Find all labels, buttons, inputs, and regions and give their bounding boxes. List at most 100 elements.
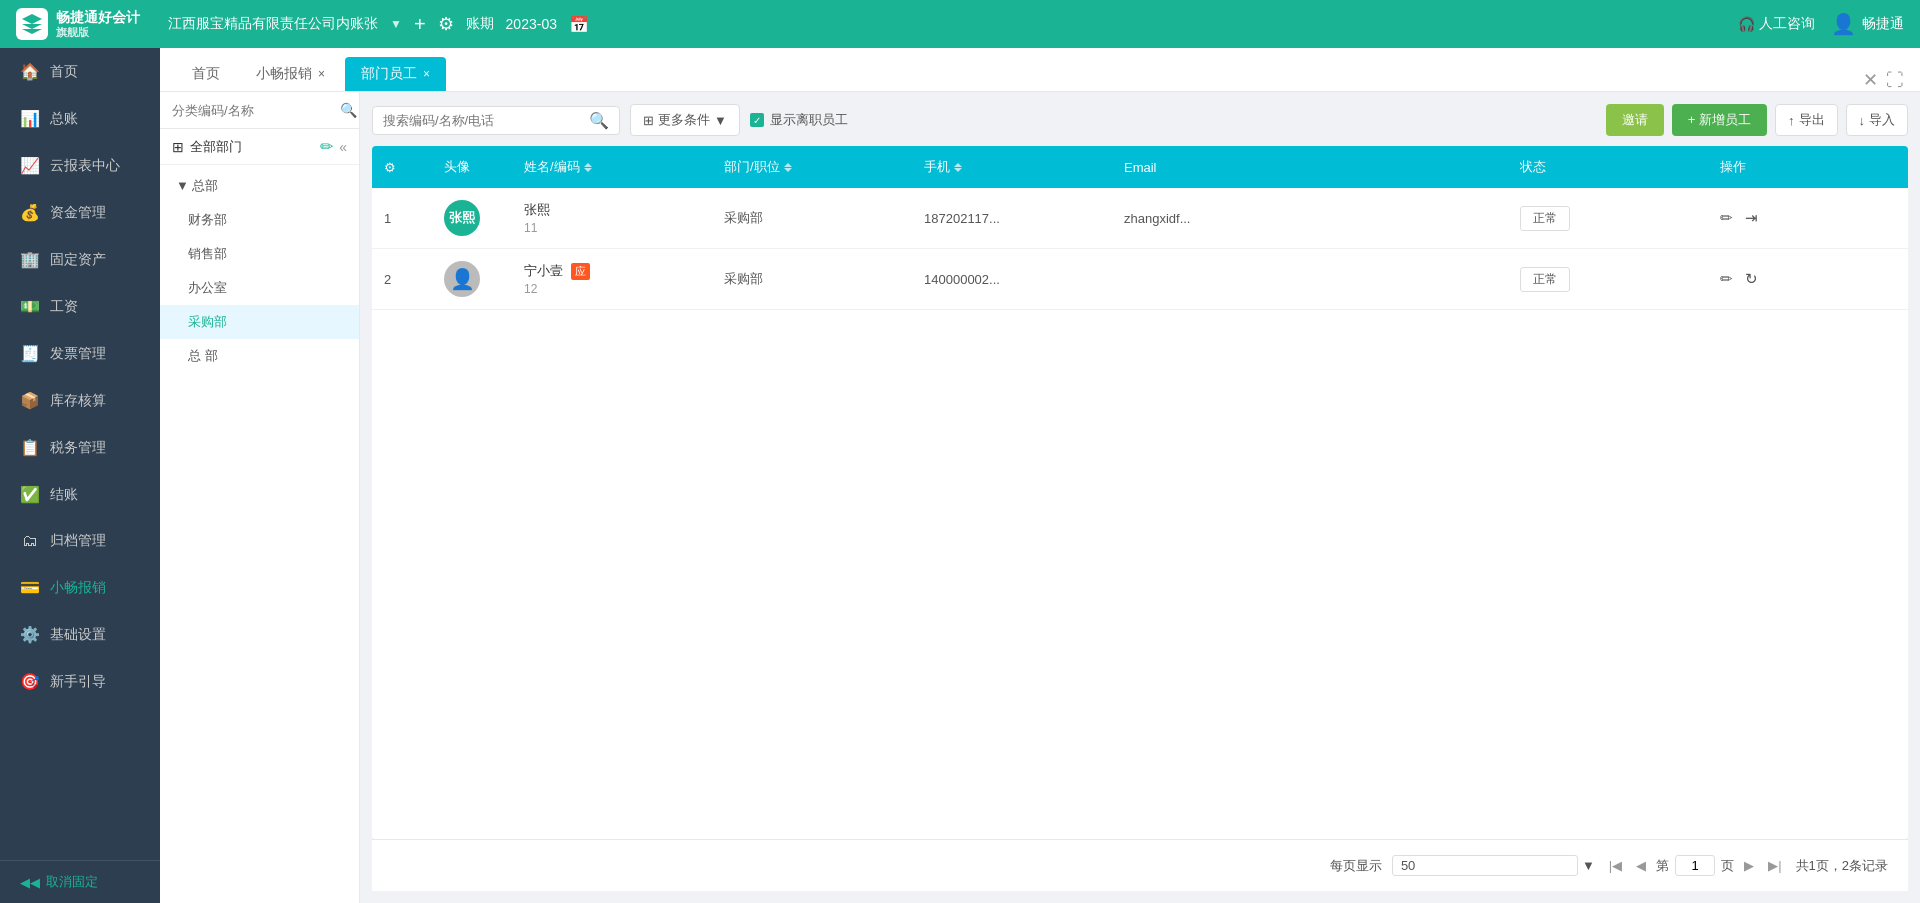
sidebar-item-inventory[interactable]: 📦 库存核算: [0, 377, 160, 424]
logo-area: 畅捷通好会计 旗舰版: [16, 8, 156, 40]
user-menu[interactable]: 👤 畅捷通: [1831, 12, 1904, 36]
sidebar-item-label: 总账: [50, 110, 78, 128]
cell-avatar-1: 张熙: [432, 188, 512, 248]
show-resigned-toggle[interactable]: ✓ 显示离职员工: [750, 111, 848, 129]
version-badge: 旗舰版: [56, 26, 140, 39]
tab-home[interactable]: 首页: [176, 57, 236, 91]
dept-item-office[interactable]: 办公室: [160, 271, 359, 305]
cell-phone-1: 187202117...: [912, 188, 1112, 248]
dept-item-sales[interactable]: 销售部: [160, 237, 359, 271]
main-content: 首页 小畅报销 × 部门员工 × ✕ ⛶ 🔍 ⊞ 全部部门 ✏ «: [160, 48, 1920, 903]
settings-icon[interactable]: ⚙: [438, 13, 454, 35]
tab-expense[interactable]: 小畅报销 ×: [240, 57, 341, 91]
sort-phone-icon[interactable]: [954, 163, 962, 172]
page-num-input[interactable]: [1675, 855, 1715, 876]
ledger-icon: 📊: [20, 109, 40, 128]
logout-icon-1[interactable]: ⇥: [1745, 209, 1758, 227]
left-arrow-icon: ◀◀: [20, 875, 40, 890]
calendar-icon[interactable]: 📅: [569, 15, 589, 34]
sidebar-item-label: 结账: [50, 486, 78, 504]
sidebar-item-invoice[interactable]: 🧾 发票管理: [0, 330, 160, 377]
import-btn[interactable]: ↓ 导入: [1846, 104, 1909, 136]
dept-item-hq[interactable]: ▼ 总部: [160, 169, 359, 203]
page-size-dropdown-icon[interactable]: ▼: [1582, 858, 1595, 873]
sidebar-item-reports[interactable]: 📈 云报表中心: [0, 142, 160, 189]
sidebar-item-home[interactable]: 🏠 首页: [0, 48, 160, 95]
all-dept-label[interactable]: 全部部门: [190, 138, 242, 156]
status-badge-1: 正常: [1520, 206, 1570, 231]
payroll-icon: 💵: [20, 297, 40, 316]
home-icon: 🏠: [20, 62, 40, 81]
headset-icon: 🎧: [1738, 16, 1755, 32]
dept-item-finance[interactable]: 财务部: [160, 203, 359, 237]
app-logo: [16, 8, 48, 40]
sidebar-item-guide[interactable]: 🎯 新手引导: [0, 658, 160, 705]
sidebar-item-checkout[interactable]: ✅ 结账: [0, 471, 160, 518]
cell-avatar-2: 👤: [432, 249, 512, 309]
expand-window-icon[interactable]: ⛶: [1886, 70, 1904, 91]
edit-icon-1[interactable]: ✏: [1720, 209, 1733, 227]
tab-expense-close[interactable]: ×: [318, 67, 325, 81]
archive-icon: 🗂: [20, 532, 40, 550]
th-email: Email: [1112, 146, 1508, 188]
settings-icon: ⚙️: [20, 625, 40, 644]
sidebar-item-settings[interactable]: ⚙️ 基础设置: [0, 611, 160, 658]
tab-dept-employee-close[interactable]: ×: [423, 67, 430, 81]
dept-search-input[interactable]: [172, 103, 340, 118]
toolbar-right: 邀请 + 新增员工 ↑ 导出 ↓ 导入: [1606, 104, 1908, 136]
add-employee-btn[interactable]: + 新增员工: [1672, 104, 1767, 136]
sidebar-item-label: 资金管理: [50, 204, 106, 222]
prev-page-btn[interactable]: ◀: [1632, 856, 1650, 875]
dept-item-purchase[interactable]: 采购部: [160, 305, 359, 339]
more-filter-btn[interactable]: ⊞ 更多条件 ▼: [630, 104, 740, 136]
service-btn[interactable]: 🎧 人工咨询: [1738, 15, 1815, 33]
sidebar-item-expense[interactable]: 💳 小畅报销: [0, 564, 160, 611]
edit-icon-2[interactable]: ✏: [1720, 270, 1733, 288]
dept-search-icon[interactable]: 🔍: [340, 102, 357, 118]
employee-search-icon[interactable]: 🔍: [589, 111, 609, 130]
invite-btn[interactable]: 邀请: [1606, 104, 1664, 136]
sidebar-item-finance[interactable]: 💰 资金管理: [0, 189, 160, 236]
refresh-icon-2[interactable]: ↻: [1745, 270, 1758, 288]
dept-edit-btn[interactable]: ✏: [320, 137, 333, 156]
sort-dept-icon[interactable]: [784, 163, 792, 172]
dept-item-general-hq[interactable]: 总 部: [160, 339, 359, 373]
sidebar-item-ledger[interactable]: 📊 总账: [0, 95, 160, 142]
first-page-btn[interactable]: |◀: [1605, 856, 1626, 875]
gear-icon[interactable]: ⚙: [384, 160, 396, 175]
close-window-icon[interactable]: ✕: [1863, 69, 1878, 91]
checkout-icon: ✅: [20, 485, 40, 504]
show-resigned-checkbox[interactable]: ✓: [750, 113, 764, 127]
sidebar-item-tax[interactable]: 📋 税务管理: [0, 424, 160, 471]
sidebar-item-archive[interactable]: 🗂 归档管理: [0, 518, 160, 564]
sidebar: 🏠 首页 📊 总账 📈 云报表中心 💰 资金管理 🏢 固定资产 💵 工资 🧾 发…: [0, 48, 160, 903]
export-btn[interactable]: ↑ 导出: [1775, 104, 1838, 136]
unfix-sidebar-btn[interactable]: ◀◀ 取消固定: [0, 860, 160, 903]
th-name-code[interactable]: 姓名/编码: [512, 146, 712, 188]
last-page-btn[interactable]: ▶|: [1764, 856, 1785, 875]
th-status: 状态: [1508, 146, 1708, 188]
next-page-btn[interactable]: ▶: [1740, 856, 1758, 875]
th-phone[interactable]: 手机: [912, 146, 1112, 188]
tabs-right-actions: ✕ ⛶: [1863, 69, 1904, 91]
employee-search-input[interactable]: [383, 113, 583, 128]
cell-index-1: 1: [372, 188, 432, 248]
page-size-input[interactable]: [1392, 855, 1578, 876]
cell-phone-2: 140000002...: [912, 249, 1112, 309]
sidebar-item-assets[interactable]: 🏢 固定资产: [0, 236, 160, 283]
sidebar-item-label: 税务管理: [50, 439, 106, 457]
add-company-btn[interactable]: +: [414, 13, 426, 36]
company-dropdown-icon[interactable]: ▼: [390, 17, 402, 31]
cell-status-2: 正常: [1508, 249, 1708, 309]
sidebar-item-label: 基础设置: [50, 626, 106, 644]
cell-dept-2: 采购部: [712, 249, 912, 309]
sort-name-code-icon[interactable]: [584, 163, 592, 172]
sidebar-item-label: 归档管理: [50, 532, 106, 550]
tab-dept-employee[interactable]: 部门员工 ×: [345, 57, 446, 91]
dept-collapse-btn[interactable]: «: [339, 139, 347, 155]
avatar-icon: 👤: [1831, 12, 1856, 36]
sidebar-item-payroll[interactable]: 💵 工资: [0, 283, 160, 330]
period-value[interactable]: 2023-03: [506, 16, 557, 32]
sidebar-item-label: 首页: [50, 63, 78, 81]
th-dept-position[interactable]: 部门/职位: [712, 146, 912, 188]
